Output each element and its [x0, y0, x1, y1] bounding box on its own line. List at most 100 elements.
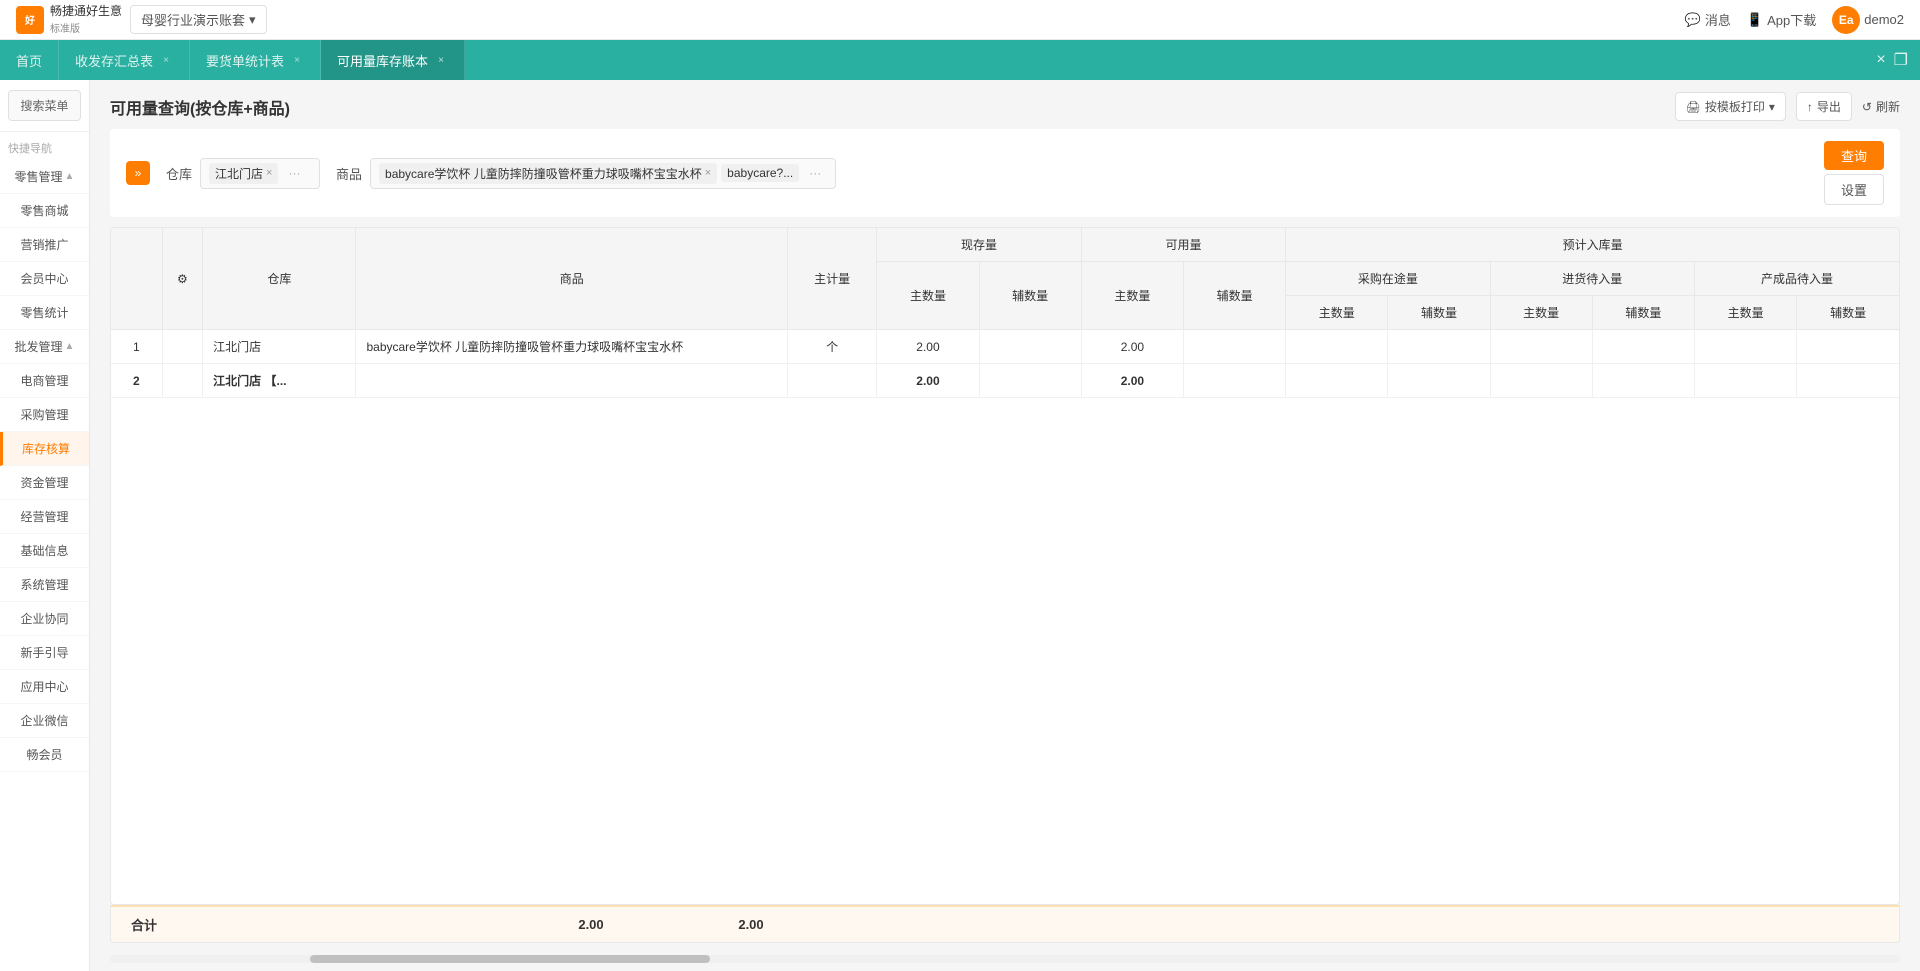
print-icon: 🖨: [1686, 100, 1701, 114]
td-prod-main-1: [1694, 330, 1796, 364]
app-download-action[interactable]: 📱 App下载: [1747, 10, 1816, 29]
sidebar-item-appcenter[interactable]: 应用中心: [0, 670, 89, 704]
avatar: Ea: [1832, 6, 1860, 34]
tab-available-stock-close[interactable]: ×: [434, 53, 448, 67]
export-label: 导出: [1817, 98, 1841, 115]
tab-stock-summary[interactable]: 收发存汇总表 ×: [59, 40, 190, 80]
sidebar-item-collab[interactable]: 企业协同: [0, 602, 89, 636]
message-action[interactable]: 💬 消息: [1685, 10, 1731, 29]
page-header: 可用量查询(按仓库+商品) 🖨 按模板打印 ▾ ↑ 导出 ↺ 刷新: [90, 80, 1920, 129]
td-unit-2: [787, 364, 876, 398]
sidebar-item-purchase[interactable]: 采购管理: [0, 398, 89, 432]
main-layout: 搜索菜单 快捷导航 零售管理 ▲ 零售商城 营销推广 会员中心 零售统计 批发管…: [0, 80, 1920, 971]
td-stock-aux-2: [979, 364, 1081, 398]
nav-tabs-right: × ❐: [1864, 40, 1920, 80]
restore-window-icon[interactable]: ❐: [1894, 50, 1908, 70]
sidebar-item-basics[interactable]: 基础信息: [0, 534, 89, 568]
tab-order-stats-close[interactable]: ×: [290, 53, 304, 67]
inventory-table: ⚙ 仓库 商品 主计量 现存量 可用量 预计入库量 主数量 辅数量 主数量 辅数…: [111, 228, 1899, 398]
th-current-stock: 现存量: [877, 228, 1081, 262]
sidebar-item-marketing[interactable]: 营销推广: [0, 228, 89, 262]
export-button[interactable]: ↑ 导出: [1796, 92, 1852, 121]
sidebar-item-newbie[interactable]: 新手引导: [0, 636, 89, 670]
sidebar-item-finance[interactable]: 资金管理: [0, 466, 89, 500]
td-product-2: [356, 364, 787, 398]
warehouse-input[interactable]: 江北门店 × ···: [200, 158, 320, 189]
tab-stock-summary-close[interactable]: ×: [159, 53, 173, 67]
sidebar-item-wholesale-label: 批发管理: [15, 338, 63, 355]
search-actions: 查询 设置: [1824, 141, 1884, 205]
settings-button[interactable]: 设置: [1824, 174, 1884, 205]
tab-order-stats[interactable]: 要货单统计表 ×: [190, 40, 321, 80]
sidebar-item-member[interactable]: 会员中心: [0, 262, 89, 296]
td-stock-main-1: 2.00: [877, 330, 979, 364]
footer-label: 合计: [121, 915, 321, 934]
sidebar-item-retail-mgmt[interactable]: 零售管理 ▲: [0, 160, 89, 194]
tab-available-stock[interactable]: 可用量库存账本 ×: [321, 40, 465, 80]
th-warehouse: 仓库: [203, 228, 356, 330]
warehouse-ellipsis[interactable]: ···: [282, 164, 306, 182]
warehouse-tag: 江北门店 ×: [209, 163, 278, 184]
product-tag-2: babycare?...: [721, 164, 799, 182]
sidebar-item-retail-stats[interactable]: 零售统计: [0, 296, 89, 330]
tab-home[interactable]: 首页: [0, 40, 59, 80]
sidebar-item-retail-mall[interactable]: 零售商城: [0, 194, 89, 228]
td-pur-aux-1: [1388, 330, 1490, 364]
close-window-icon[interactable]: ×: [1876, 51, 1885, 69]
product-tag-1-remove[interactable]: ×: [705, 167, 711, 179]
message-icon: 💬: [1685, 12, 1701, 28]
user-profile[interactable]: Ea demo2: [1832, 6, 1904, 34]
table-footer: 合计 2.00 2.00: [110, 905, 1900, 943]
search-panel: » 仓库 江北门店 × ··· 商品 babycare学饮杯 儿童防摔防撞吸管杯…: [110, 129, 1900, 217]
product-field: 商品 babycare学饮杯 儿童防摔防撞吸管杯重力球吸嘴杯宝宝水杯 × bab…: [336, 158, 836, 189]
product-input[interactable]: babycare学饮杯 儿童防摔防撞吸管杯重力球吸嘴杯宝宝水杯 × babyca…: [370, 158, 836, 189]
sidebar-item-inventory[interactable]: 库存核算: [0, 432, 89, 466]
th-available: 可用量: [1081, 228, 1285, 262]
refresh-label: 刷新: [1876, 98, 1900, 115]
th-avail-main: 主数量: [1081, 262, 1183, 330]
th-purchase-transit: 采购在途量: [1286, 262, 1490, 296]
sidebar-item-vip[interactable]: 畅会员: [0, 738, 89, 772]
sidebar-item-system[interactable]: 系统管理: [0, 568, 89, 602]
sidebar-item-wechat[interactable]: 企业微信: [0, 704, 89, 738]
refresh-button[interactable]: ↺ 刷新: [1862, 98, 1900, 115]
sidebar-item-finance-label: 资金管理: [20, 474, 68, 491]
table-row: 2 江北门店 【... 2.00 2.00: [111, 364, 1899, 398]
top-header: 好 畅捷通好生意 标准版 母婴行业演示账套 ▾ 💬 消息 📱 App下载 Ea …: [0, 0, 1920, 40]
product-ellipsis[interactable]: ···: [803, 164, 827, 182]
sidebar-item-system-label: 系统管理: [20, 576, 68, 593]
app-download-icon: 📱: [1747, 12, 1763, 28]
query-button[interactable]: 查询: [1824, 141, 1884, 170]
th-inc-main: 主数量: [1490, 296, 1592, 330]
industry-selector[interactable]: 母婴行业演示账套 ▾: [130, 5, 267, 34]
message-label: 消息: [1705, 10, 1731, 29]
expand-icon: »: [135, 166, 142, 180]
expand-search-button[interactable]: »: [126, 161, 150, 185]
scrollbar-thumb[interactable]: [310, 955, 710, 963]
app-download-label: App下载: [1767, 10, 1816, 29]
sidebar-item-marketing-label: 营销推广: [20, 236, 68, 253]
product-tag-2-text: babycare?...: [727, 166, 793, 180]
header-left: 好 畅捷通好生意 标准版 母婴行业演示账套 ▾: [16, 4, 267, 35]
th-seq: [111, 228, 162, 330]
print-template-button[interactable]: 🖨 按模板打印 ▾: [1675, 92, 1786, 121]
horizontal-scrollbar[interactable]: [110, 955, 1900, 963]
th-settings[interactable]: ⚙: [162, 228, 203, 330]
dropdown-icon: ▾: [249, 12, 256, 28]
warehouse-tag-remove[interactable]: ×: [266, 167, 272, 179]
td-prod-main-2: [1694, 364, 1796, 398]
th-incoming: 进货待入量: [1490, 262, 1694, 296]
sidebar-search-button[interactable]: 搜索菜单: [8, 90, 81, 121]
td-pur-main-2: [1286, 364, 1388, 398]
sidebar-item-vip-label: 畅会员: [26, 746, 62, 763]
td-avail-main-1: 2.00: [1081, 330, 1183, 364]
sidebar-item-inventory-label: 库存核算: [22, 440, 70, 457]
sidebar-item-ecom[interactable]: 电商管理: [0, 364, 89, 398]
table-container[interactable]: ⚙ 仓库 商品 主计量 现存量 可用量 预计入库量 主数量 辅数量 主数量 辅数…: [110, 227, 1900, 905]
th-stock-main: 主数量: [877, 262, 979, 330]
sidebar-item-operations[interactable]: 经营管理: [0, 500, 89, 534]
sidebar-item-wholesale[interactable]: 批发管理 ▲: [0, 330, 89, 364]
td-seq-1: 1: [111, 330, 162, 364]
td-avail-main-2: 2.00: [1081, 364, 1183, 398]
sidebar-item-ecom-label: 电商管理: [20, 372, 68, 389]
